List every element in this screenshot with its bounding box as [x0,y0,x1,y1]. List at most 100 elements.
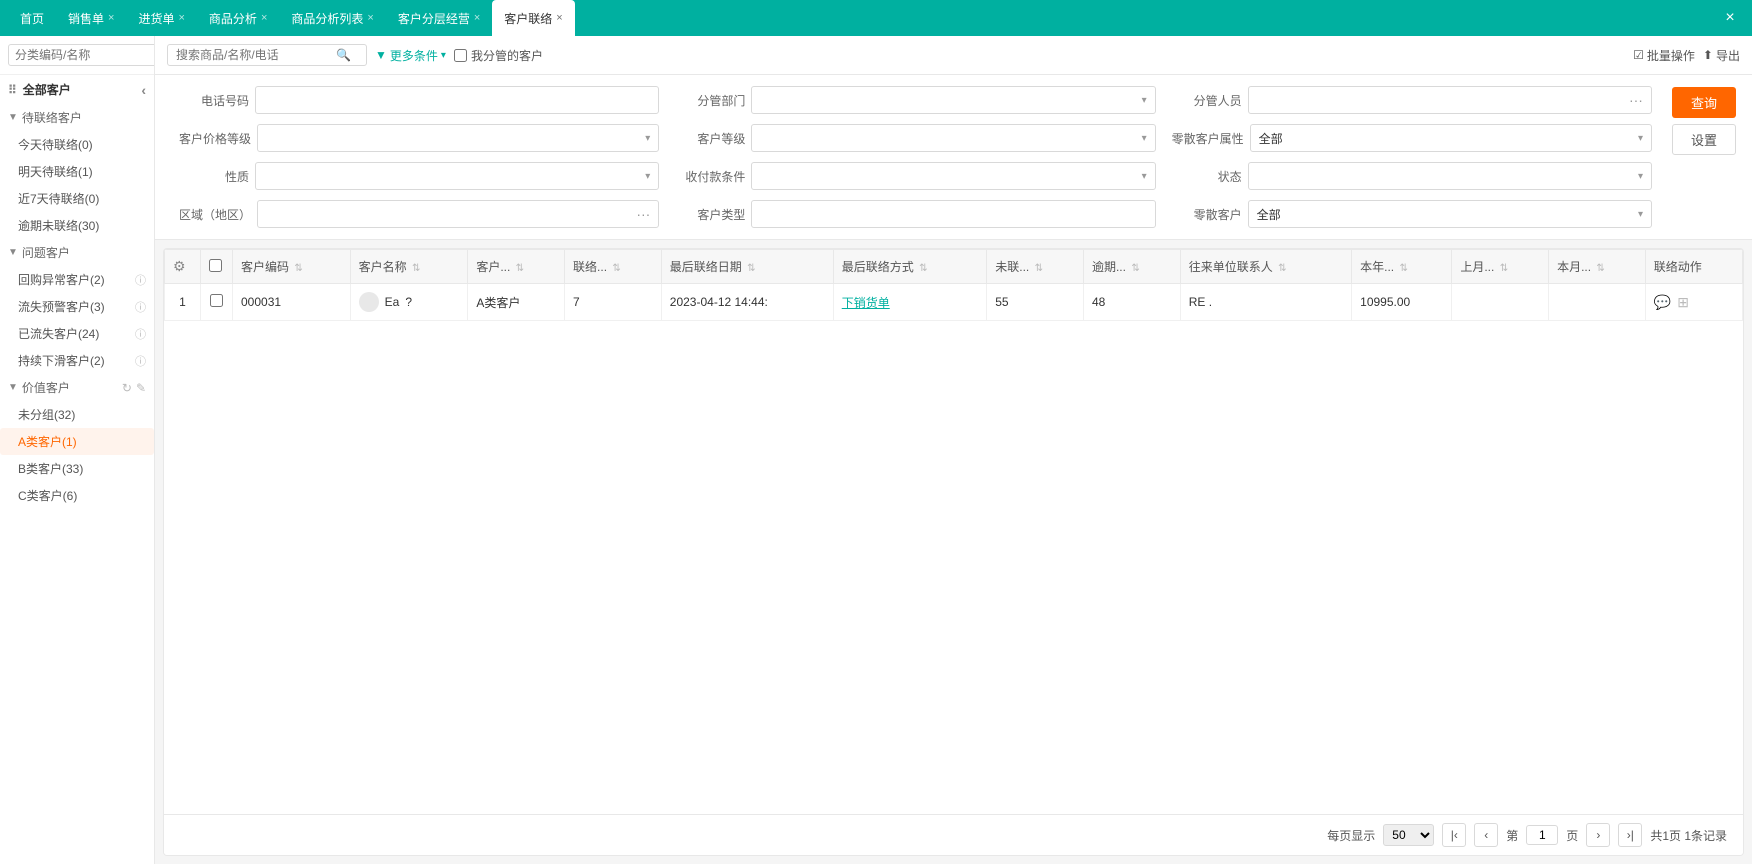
filter-phone: 电话号码 [179,85,659,115]
filter-status-label: 状态 [1172,168,1242,185]
sort-icon-method[interactable]: ⇅ [919,263,927,274]
filter-status-select[interactable]: ▾ [1248,162,1652,190]
row-index: 1 [165,284,201,321]
col-last-contact-method: 最后联络方式 ⇅ [833,250,987,284]
sort-icon-last-month[interactable]: ⇅ [1500,263,1508,274]
sidebar-all-customers[interactable]: ⠿ 全部客户 ‹ [0,75,154,104]
page-input[interactable] [1526,825,1558,845]
row-year-amount: 10995.00 [1352,284,1452,321]
setting-button[interactable]: 设置 [1672,124,1736,155]
filter-nature-select[interactable]: ▾ [255,162,659,190]
filter-panel: 电话号码 客户价格等级 ▾ 性质 ▾ [155,75,1752,240]
row-select-checkbox[interactable] [210,294,223,307]
sort-icon-unlink[interactable]: ⇅ [1035,263,1043,274]
my-customers-check[interactable] [454,49,467,62]
filter-status-chevron: ▾ [1638,171,1643,182]
sort-icon-this-month[interactable]: ⇅ [1596,263,1604,274]
sidebar-item-today[interactable]: 今天待联络(0) [0,131,154,158]
sort-icon-year[interactable]: ⇅ [1400,263,1408,274]
toolbar-search-icon[interactable]: 🔍 [336,48,351,62]
nav-sales[interactable]: 销售单 × [56,0,126,36]
col-year-amount: 本年... ⇅ [1352,250,1452,284]
sidebar-item-tomorrow[interactable]: 明天待联络(1) [0,158,154,185]
sidebar-group-problem[interactable]: ▼ 问题客户 [0,239,154,266]
more-filter-btn[interactable]: ▼ 更多条件 ▾ [375,47,446,64]
sidebar-item-churn-warning[interactable]: 流失预警客户(3) ⓘ [0,293,154,320]
filter-phone-input[interactable] [255,86,659,114]
prev-page-btn[interactable]: ‹ [1474,823,1498,847]
filter-region-select[interactable]: ··· [257,200,659,228]
sort-icon-code[interactable]: ⇅ [294,263,302,274]
first-page-btn[interactable]: |‹ [1442,823,1466,847]
filter-payment-select[interactable]: ▾ [751,162,1155,190]
sort-icon-date[interactable]: ⇅ [747,263,755,274]
sidebar-item-churned[interactable]: 已流失客户(24) ⓘ [0,320,154,347]
filter-customer-type-input[interactable] [751,200,1155,228]
name-cell: Ea ? [359,292,460,312]
sort-icon-overdue[interactable]: ⇅ [1131,263,1139,274]
batch-op-btn[interactable]: ☑ 批量操作 [1633,47,1695,64]
sidebar-item-declining[interactable]: 持续下滑客户(2) ⓘ [0,347,154,374]
sidebar-item-overdue[interactable]: 逾期未联络(30) [0,212,154,239]
search-input[interactable] [176,48,336,62]
col-last-month-label: 上月... [1460,260,1494,274]
row-actions: 💬 ⊞ [1645,284,1742,321]
sidebar-refresh-icon[interactable]: ↻ [122,381,132,395]
window-close-btn[interactable]: × [1716,4,1744,32]
sidebar-edit-icon[interactable]: ✎ [136,381,146,395]
info-icon-churned: ⓘ [135,326,146,342]
filter-dept-select[interactable]: ▾ [751,86,1155,114]
col-year-amount-label: 本年... [1360,260,1394,274]
nav-customer-segment[interactable]: 客户分层经营 × [386,0,492,36]
next-page-btn[interactable]: › [1586,823,1610,847]
filter-price-level-select[interactable]: ▾ [257,124,659,152]
sort-icon-contact[interactable]: ⇅ [612,263,620,274]
sidebar-item-unclassified[interactable]: 未分组(32) [0,401,154,428]
sidebar-item-a-class[interactable]: A类客户(1) [0,428,154,455]
filter-region: 区域（地区） ··· [179,199,659,229]
filter-retail-select[interactable]: 全部 ▾ [1248,200,1652,228]
sidebar-item-c-class[interactable]: C类客户(6) [0,482,154,509]
my-customers-checkbox[interactable]: 我分管的客户 [454,47,543,64]
nav-product-list[interactable]: 商品分析列表 × [279,0,385,36]
filter-col-1: 电话号码 客户价格等级 ▾ 性质 ▾ [171,85,667,229]
sidebar-item-7days[interactable]: 近7天待联络(0) [0,185,154,212]
sidebar-item-abnormal[interactable]: 回购异常客户(2) ⓘ [0,266,154,293]
nav-customer-contact-close[interactable]: × [556,12,562,24]
nav-sales-close[interactable]: × [108,12,114,24]
sidebar-item-b-class[interactable]: B类客户(33) [0,455,154,482]
table-scroll[interactable]: ⚙ 客户编码 ⇅ 客户名称 ⇅ [164,249,1743,814]
col-overdue: 逾期... ⇅ [1083,250,1180,284]
nav-product-analysis[interactable]: 商品分析 × [197,0,279,36]
filter-retail-attr-select[interactable]: 全部 ▾ [1250,124,1652,152]
sort-icon-level[interactable]: ⇅ [516,263,524,274]
nav-product-list-close[interactable]: × [367,12,373,24]
filter-customer-level-chevron: ▾ [1142,133,1147,144]
nav-customer-contact[interactable]: 客户联络 × [492,0,574,36]
sort-icon-contact-person[interactable]: ⇅ [1278,263,1286,274]
sidebar-search-input[interactable] [8,44,155,66]
action-message-icon[interactable]: 💬 [1654,294,1671,311]
contact-method-link[interactable]: 下销货单 [842,296,890,310]
last-page-btn[interactable]: ›| [1618,823,1642,847]
filter-customer-level-select[interactable]: ▾ [751,124,1155,152]
nav-home[interactable]: 首页 [8,0,56,36]
table-settings-icon[interactable]: ⚙ [173,258,186,274]
nav-product-analysis-close[interactable]: × [261,12,267,24]
filter-manager-select[interactable]: ··· [1248,86,1652,114]
action-link-icon[interactable]: ⊞ [1677,294,1689,311]
select-all-checkbox[interactable] [209,259,222,272]
export-btn[interactable]: ⬆ 导出 [1703,47,1740,64]
nav-purchase[interactable]: 进货单 × [126,0,196,36]
page-label: 第 [1506,827,1518,844]
sort-icon-name[interactable]: ⇅ [412,263,420,274]
sidebar-collapse-icon[interactable]: ‹ [141,82,146,98]
nav-purchase-close[interactable]: × [178,12,184,24]
filter-dept: 分管部门 ▾ [675,85,1155,115]
query-button[interactable]: 查询 [1672,87,1736,118]
filter-retail-attr: 零散客户属性 全部 ▾ [1172,123,1652,153]
sidebar-group-pending[interactable]: ▼ 待联络客户 [0,104,154,131]
per-page-select[interactable]: 50 100 200 [1383,824,1434,846]
nav-customer-segment-close[interactable]: × [474,12,480,24]
sidebar-group-value[interactable]: ▼ 价值客户 ↻ ✎ [0,374,154,401]
